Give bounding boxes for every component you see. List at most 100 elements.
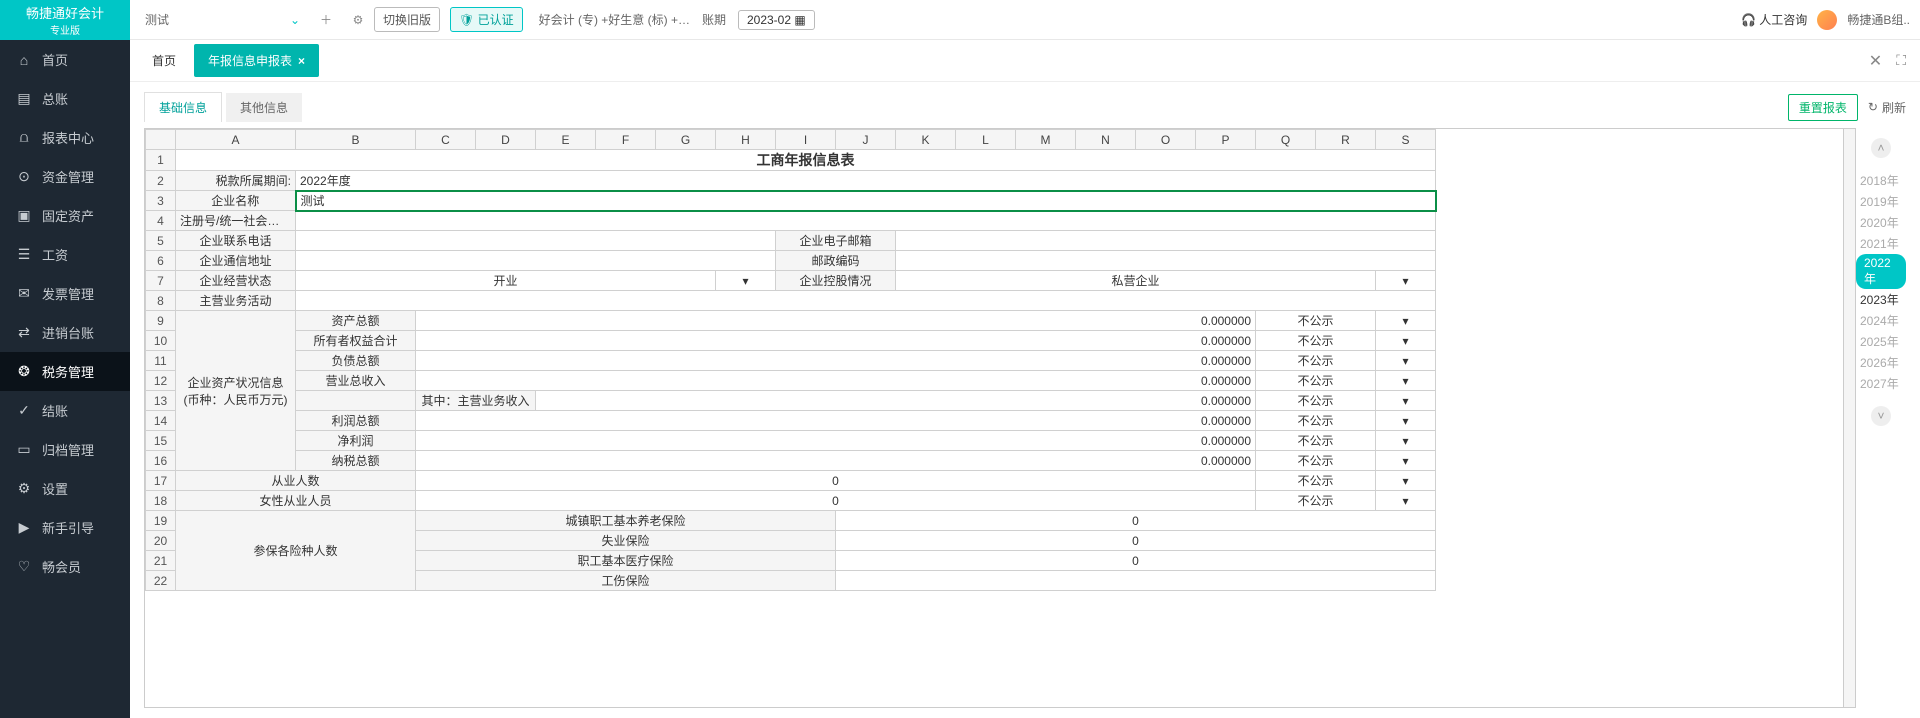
dropdown-arrow[interactable]: ▾: [1376, 411, 1436, 431]
year-item[interactable]: 2019年: [1856, 191, 1906, 212]
subtab-basic[interactable]: 基础信息: [144, 92, 222, 122]
sidebar-item-2[interactable]: ⩍报表中心: [0, 118, 130, 157]
sidebar-item-7[interactable]: ⇄进销台账: [0, 313, 130, 352]
year-item[interactable]: 2024年: [1856, 310, 1906, 331]
year-item[interactable]: 2025年: [1856, 331, 1906, 352]
sidebar-item-12[interactable]: ▶新手引导: [0, 508, 130, 547]
cell-medical[interactable]: 0: [836, 551, 1436, 571]
year-item[interactable]: 2018年: [1856, 170, 1906, 191]
cell-total-rev[interactable]: 0.000000: [416, 371, 1256, 391]
col-header[interactable]: M: [1016, 130, 1076, 150]
col-header[interactable]: O: [1136, 130, 1196, 150]
col-header[interactable]: B: [296, 130, 416, 150]
sidebar-item-10[interactable]: ▭归档管理: [0, 430, 130, 469]
cell-pension[interactable]: 0: [836, 511, 1436, 531]
visibility-select[interactable]: 不公示: [1256, 351, 1376, 371]
col-header[interactable]: Q: [1256, 130, 1316, 150]
cell-address[interactable]: [296, 251, 776, 271]
cell-female-emp[interactable]: 0: [416, 491, 1256, 511]
reset-report-button[interactable]: 重置报表: [1788, 94, 1858, 121]
sidebar-item-6[interactable]: ✉发票管理: [0, 274, 130, 313]
visibility-select[interactable]: 不公示: [1256, 371, 1376, 391]
tab-home[interactable]: 首页: [144, 52, 184, 69]
username[interactable]: 畅捷通B组..: [1847, 11, 1910, 28]
sidebar-item-8[interactable]: ❂税务管理: [0, 352, 130, 391]
cell-holding[interactable]: 私营企业: [896, 271, 1376, 291]
dropdown-arrow[interactable]: ▾: [1376, 331, 1436, 351]
col-header[interactable]: D: [476, 130, 536, 150]
sidebar-item-4[interactable]: ▣固定资产: [0, 196, 130, 235]
company-selector[interactable]: 测试 ⌄: [130, 11, 310, 28]
visibility-select[interactable]: 不公示: [1256, 471, 1376, 491]
col-header[interactable]: E: [536, 130, 596, 150]
cell-net-profit[interactable]: 0.000000: [416, 431, 1256, 451]
dropdown-arrow[interactable]: ▾: [1376, 271, 1436, 291]
col-header[interactable]: N: [1076, 130, 1136, 150]
refresh-button[interactable]: ↻刷新: [1868, 99, 1906, 116]
add-icon[interactable]: ＋: [314, 8, 338, 32]
cell-liabilities[interactable]: 0.000000: [416, 351, 1256, 371]
year-item[interactable]: 2020年: [1856, 212, 1906, 233]
year-down-icon[interactable]: ˅: [1871, 406, 1891, 426]
tab-close-icon[interactable]: ×: [298, 54, 305, 68]
period-selector[interactable]: 2023-02 ▦: [738, 10, 815, 30]
cell-equity[interactable]: 0.000000: [416, 331, 1256, 351]
year-item[interactable]: 2021年: [1856, 233, 1906, 254]
col-header[interactable]: H: [716, 130, 776, 150]
visibility-select[interactable]: 不公示: [1256, 411, 1376, 431]
year-item[interactable]: 2023年: [1856, 289, 1906, 310]
spreadsheet[interactable]: A B C D E F G H I J K L M: [144, 128, 1844, 708]
sidebar-item-5[interactable]: ☰工资: [0, 235, 130, 274]
sidebar-item-3[interactable]: ⊙资金管理: [0, 157, 130, 196]
dropdown-arrow[interactable]: ▾: [1376, 491, 1436, 511]
col-header[interactable]: I: [776, 130, 836, 150]
cell-profit[interactable]: 0.000000: [416, 411, 1256, 431]
year-up-icon[interactable]: ˄: [1871, 138, 1891, 158]
col-header[interactable]: R: [1316, 130, 1376, 150]
cell-tax[interactable]: 0.000000: [416, 451, 1256, 471]
year-item[interactable]: 2027年: [1856, 373, 1906, 394]
col-header[interactable]: G: [656, 130, 716, 150]
visibility-select[interactable]: 不公示: [1256, 391, 1376, 411]
sidebar-item-11[interactable]: ⚙设置: [0, 469, 130, 508]
subtab-other[interactable]: 其他信息: [226, 93, 302, 122]
visibility-select[interactable]: 不公示: [1256, 311, 1376, 331]
sidebar-item-0[interactable]: ⌂首页: [0, 40, 130, 79]
cell-injury[interactable]: [836, 571, 1436, 591]
cell-postal[interactable]: [896, 251, 1436, 271]
tab-annual-report[interactable]: 年报信息申报表 ×: [194, 44, 319, 77]
cell-email[interactable]: [896, 231, 1436, 251]
dropdown-arrow[interactable]: ▾: [1376, 431, 1436, 451]
sidebar-item-1[interactable]: ▤总账: [0, 79, 130, 118]
dropdown-arrow[interactable]: ▾: [1376, 371, 1436, 391]
close-all-icon[interactable]: ✕: [1869, 51, 1882, 71]
visibility-select[interactable]: 不公示: [1256, 451, 1376, 471]
sidebar-item-13[interactable]: ♡畅会员: [0, 547, 130, 586]
cell-total-assets[interactable]: 0.000000: [416, 311, 1256, 331]
cell-employees[interactable]: 0: [416, 471, 1256, 491]
col-header[interactable]: J: [836, 130, 896, 150]
dropdown-arrow[interactable]: ▾: [1376, 471, 1436, 491]
dropdown-arrow[interactable]: ▾: [1376, 351, 1436, 371]
year-item[interactable]: 2022年: [1856, 254, 1906, 289]
switch-old-button[interactable]: 切换旧版: [374, 7, 440, 32]
support-link[interactable]: 🎧 人工咨询: [1741, 11, 1807, 28]
dropdown-arrow[interactable]: ▾: [1376, 391, 1436, 411]
year-item[interactable]: 2026年: [1856, 352, 1906, 373]
dropdown-arrow[interactable]: ▾: [1376, 311, 1436, 331]
dropdown-arrow[interactable]: ▾: [1376, 451, 1436, 471]
cell-unemployment[interactable]: 0: [836, 531, 1436, 551]
cell-reg-code[interactable]: [296, 211, 1436, 231]
cell-main-biz[interactable]: [296, 291, 1436, 311]
vertical-scrollbar[interactable]: [1844, 128, 1856, 708]
col-header[interactable]: A: [176, 130, 296, 150]
fullscreen-icon[interactable]: ⛶: [1896, 52, 1906, 69]
col-header[interactable]: P: [1196, 130, 1256, 150]
col-header[interactable]: S: [1376, 130, 1436, 150]
cell-main-rev[interactable]: 0.000000: [536, 391, 1256, 411]
col-header[interactable]: L: [956, 130, 1016, 150]
cell-company-name[interactable]: 测试: [296, 191, 1436, 211]
cell-biz-status[interactable]: 开业: [296, 271, 716, 291]
cell-phone[interactable]: [296, 231, 776, 251]
sidebar-item-9[interactable]: ✓结账: [0, 391, 130, 430]
